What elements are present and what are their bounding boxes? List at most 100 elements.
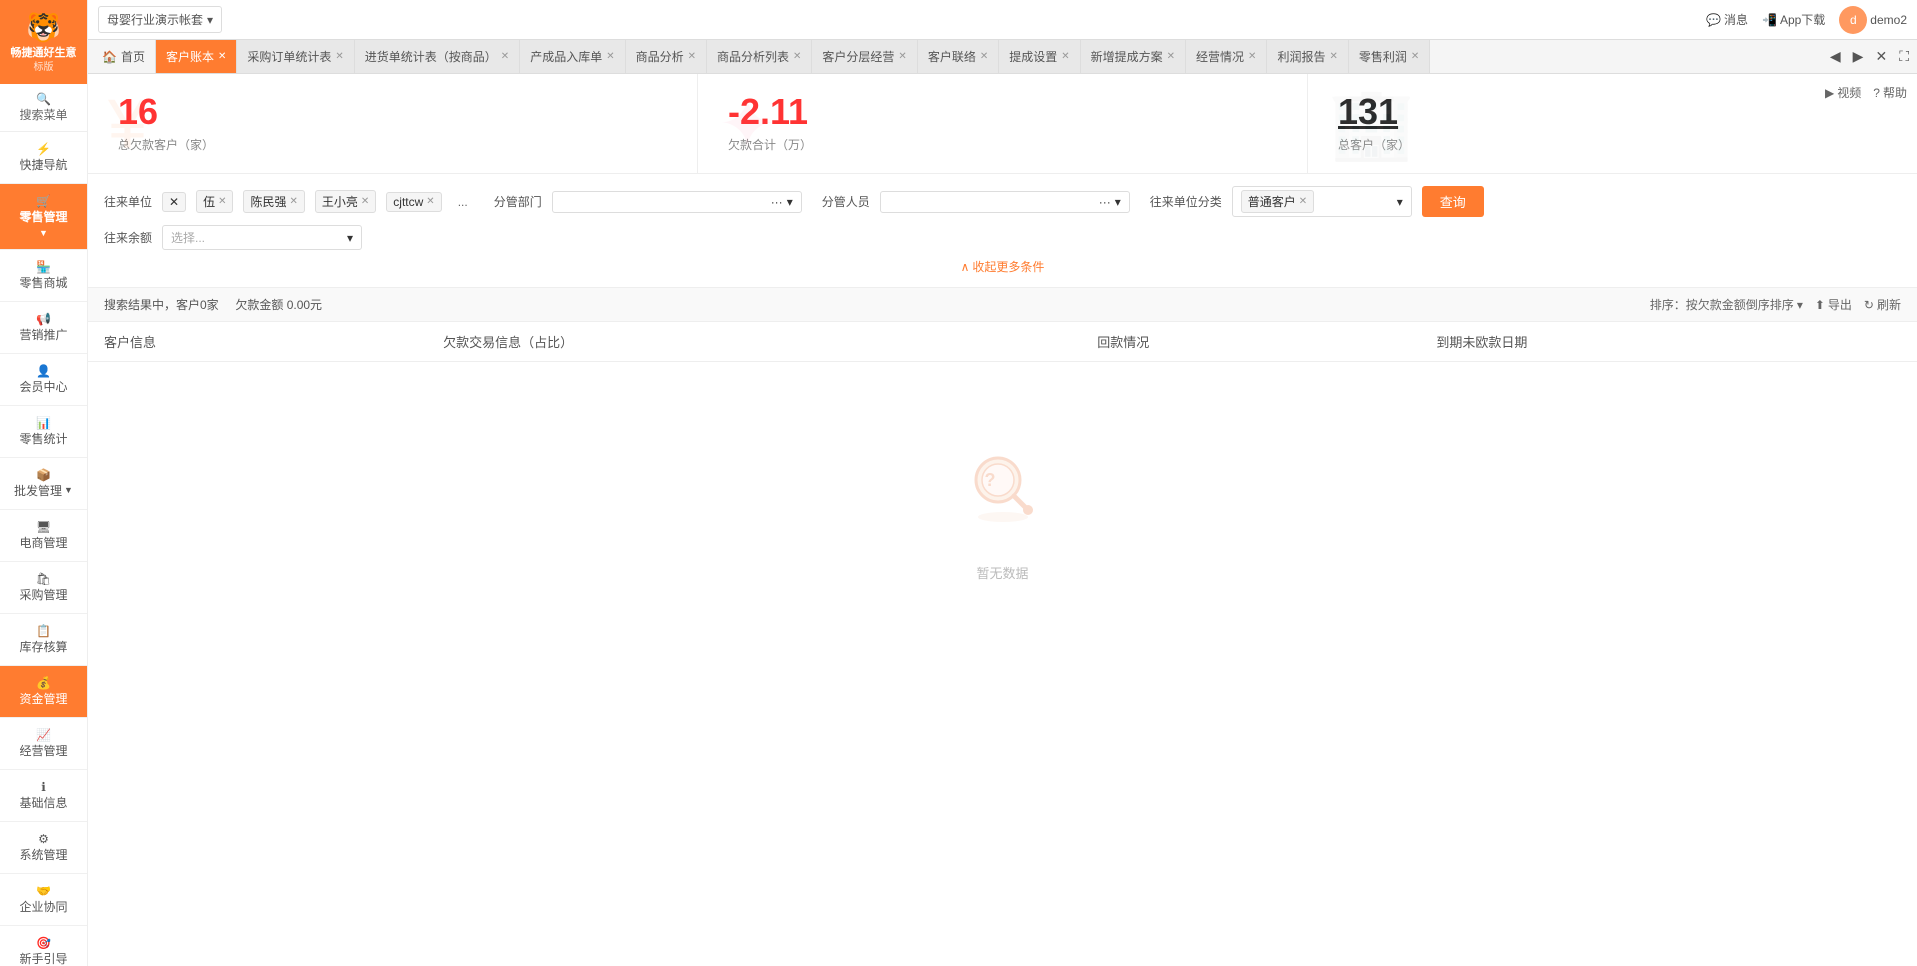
sidebar-logo[interactable]: 🐯 畅捷通好生意 标版 xyxy=(0,0,87,84)
main-area: 母婴行业演示帐套 ▾ 💬 消息 📲 App下载 d demo2 🏠 首页 客户账… xyxy=(88,0,1917,966)
collapse-btn[interactable]: ∧ 收起更多条件 xyxy=(104,258,1901,275)
col-repayment: 回款情况 xyxy=(1081,322,1420,362)
sidebar-item-finance[interactable]: 💰 资金管理 xyxy=(0,666,87,718)
empty-text: 暂无数据 xyxy=(976,563,1028,582)
tab-retail-profit[interactable]: 零售利润 ✕ xyxy=(1349,40,1430,74)
dept-filter-select[interactable]: ··· ▾ xyxy=(552,191,802,213)
enterprise-icon: 🤝 xyxy=(8,884,79,898)
sidebar-item-purchase[interactable]: 🛍 采购管理 xyxy=(0,562,87,614)
empty-state-icon: ? xyxy=(958,442,1048,551)
tab-home[interactable]: 🏠 首页 xyxy=(92,40,156,74)
guide-icon: 🎯 xyxy=(8,936,79,950)
sidebar-item-guide[interactable]: 🎯 新手引导 xyxy=(0,926,87,966)
tab-raise-settings[interactable]: 提成设置 ✕ xyxy=(999,40,1080,74)
tab-close-purchase-order-stats[interactable]: ✕ xyxy=(335,51,343,62)
tab-close-raise-settings[interactable]: ✕ xyxy=(1061,51,1069,62)
retail-stats-icon: 📊 xyxy=(8,416,79,430)
message-btn[interactable]: 💬 消息 xyxy=(1706,11,1748,28)
sidebar-item-basic-info[interactable]: ℹ 基础信息 xyxy=(0,770,87,822)
retail-mgmt-icon: 🛒 xyxy=(8,194,79,208)
filter-more-btn[interactable]: ... xyxy=(452,193,474,211)
topbar-right: 💬 消息 📲 App下载 d demo2 xyxy=(1706,6,1907,34)
chevron-down-classify: ▾ xyxy=(1397,195,1403,209)
tab-prev-btn[interactable]: ◀ xyxy=(1826,46,1845,67)
sidebar-item-retail-mall[interactable]: 🏪 零售商城 xyxy=(0,250,87,302)
tab-close-inbound-stats[interactable]: ✕ xyxy=(501,51,509,62)
tab-close-product-analysis[interactable]: ✕ xyxy=(688,51,696,62)
tab-inbound-stats[interactable]: 进货单统计表（按商品） ✕ xyxy=(355,40,520,74)
sidebar-item-enterprise[interactable]: 🤝 企业协同 xyxy=(0,874,87,926)
stat-bg-icon-3: 🏢 xyxy=(1328,83,1415,165)
tab-close-customer-segment[interactable]: ✕ xyxy=(898,51,906,62)
col-customer-info: 客户信息 xyxy=(88,322,427,362)
empty-row: ? 暂无数据 xyxy=(88,362,1917,663)
tab-close-customer-contact[interactable]: ✕ xyxy=(980,51,988,62)
topbar-selector[interactable]: 母婴行业演示帐套 ▾ xyxy=(98,6,222,33)
data-table: 客户信息 欠款交易信息（占比） 回款情况 到期未欧款日期 xyxy=(88,322,1917,662)
filter-tag-wang: 王小亮 ✕ xyxy=(315,190,376,213)
app-download-icon: 📲 xyxy=(1762,13,1777,27)
balance-filter-select[interactable]: 选择... ▾ xyxy=(162,225,362,250)
export-btn[interactable]: ⬆ 导出 xyxy=(1815,296,1852,313)
tab-product-analysis-list[interactable]: 商品分析列表 ✕ xyxy=(707,40,812,74)
tab-customer-contact[interactable]: 客户联络 ✕ xyxy=(918,40,999,74)
sidebar-item-marketing[interactable]: 📢 营销推广 xyxy=(0,302,87,354)
basic-info-icon: ℹ xyxy=(8,780,79,794)
sidebar-item-search[interactable]: 🔍 搜索菜单 xyxy=(0,84,87,132)
app-download-btn[interactable]: 📲 App下载 xyxy=(1762,11,1825,28)
video-btn[interactable]: ▶ 视频 xyxy=(1825,84,1861,101)
sidebar-item-retail-stats[interactable]: 📊 零售统计 xyxy=(0,406,87,458)
filter-tag-wu-close[interactable]: ✕ xyxy=(218,196,226,207)
refresh-btn[interactable]: ↻ 刷新 xyxy=(1864,296,1901,313)
system-icon: ⚙ xyxy=(8,832,79,846)
tab-close-business-status[interactable]: ✕ xyxy=(1248,51,1256,62)
tab-new-raise-plan[interactable]: 新增提成方案 ✕ xyxy=(1081,40,1186,74)
logo-text: 畅捷通好生意 xyxy=(8,46,79,60)
tab-customer-segment[interactable]: 客户分层经营 ✕ xyxy=(812,40,917,74)
sidebar-item-operations[interactable]: 📈 经营管理 xyxy=(0,718,87,770)
tab-product-inbound[interactable]: 产成品入库单 ✕ xyxy=(520,40,625,74)
tab-fullscreen-btn[interactable]: ⛶ xyxy=(1895,46,1913,67)
sidebar-item-member-center[interactable]: 👤 会员中心 xyxy=(0,354,87,406)
tab-close-customer-accounts[interactable]: ✕ xyxy=(218,51,226,62)
tab-business-status[interactable]: 经营情况 ✕ xyxy=(1186,40,1267,74)
filter-tag-chen-close[interactable]: ✕ xyxy=(290,196,298,207)
filter-row-1: 往来单位 ✕ 伍 ✕ 陈民强 ✕ 王小亮 ✕ cjttcw xyxy=(104,186,1901,217)
finance-icon: 💰 xyxy=(8,676,79,690)
unit-classify-tag-close[interactable]: ✕ xyxy=(1299,196,1307,207)
sidebar-item-system[interactable]: ⚙ 系统管理 xyxy=(0,822,87,874)
logo-sub: 标版 xyxy=(8,61,79,74)
unit-filter-label: 往来单位 xyxy=(104,193,152,210)
help-btn[interactable]: ? 帮助 xyxy=(1873,84,1907,101)
tab-close-product-inbound[interactable]: ✕ xyxy=(606,51,614,62)
tab-close-retail-profit[interactable]: ✕ xyxy=(1411,51,1419,62)
video-icon: ▶ xyxy=(1825,86,1834,100)
person-select-more: ··· xyxy=(1099,195,1111,209)
unit-classify-select[interactable]: 普通客户 ✕ ▾ xyxy=(1232,186,1412,217)
tab-close-product-analysis-list[interactable]: ✕ xyxy=(793,51,801,62)
tab-close-profit-report[interactable]: ✕ xyxy=(1329,51,1337,62)
sort-label: 排序：按欠款金额倒序排序 xyxy=(1650,296,1794,313)
tab-close-new-raise-plan[interactable]: ✕ xyxy=(1167,51,1175,62)
filter-tag-wang-close[interactable]: ✕ xyxy=(361,196,369,207)
sidebar-item-wholesale[interactable]: 📦 批发管理 ▼ xyxy=(0,458,87,510)
person-filter-select[interactable]: ··· ▾ xyxy=(880,191,1130,213)
sidebar-item-retail-mgmt[interactable]: 🛒 零售管理 ▼ xyxy=(0,184,87,250)
unit-classify-tag: 普通客户 ✕ xyxy=(1241,190,1314,213)
chevron-down-icon-2: ▼ xyxy=(64,485,73,495)
sidebar-item-quick-nav[interactable]: ⚡ 快捷导航 xyxy=(0,132,87,184)
tab-profit-report[interactable]: 利润报告 ✕ xyxy=(1267,40,1348,74)
tab-close-all-btn[interactable]: ✕ xyxy=(1871,46,1891,67)
tab-next-btn[interactable]: ▶ xyxy=(1849,46,1868,67)
query-button[interactable]: 查询 xyxy=(1422,186,1484,217)
filter-tag-cjttcw: cjttcw ✕ xyxy=(386,192,441,212)
user-avatar[interactable]: d demo2 xyxy=(1839,6,1907,34)
ecommerce-icon: 🖥 xyxy=(8,520,79,534)
tab-customer-accounts[interactable]: 客户账本 ✕ xyxy=(156,40,237,74)
tab-product-analysis[interactable]: 商品分析 ✕ xyxy=(626,40,707,74)
filter-tag-cjttcw-close[interactable]: ✕ xyxy=(426,196,434,207)
sidebar-item-inventory[interactable]: 📋 库存核算 xyxy=(0,614,87,666)
tab-purchase-order-stats[interactable]: 采购订单统计表 ✕ xyxy=(237,40,354,74)
sidebar-item-ecommerce[interactable]: 🖥 电商管理 xyxy=(0,510,87,562)
sort-select[interactable]: 排序：按欠款金额倒序排序 ▾ xyxy=(1650,296,1803,313)
